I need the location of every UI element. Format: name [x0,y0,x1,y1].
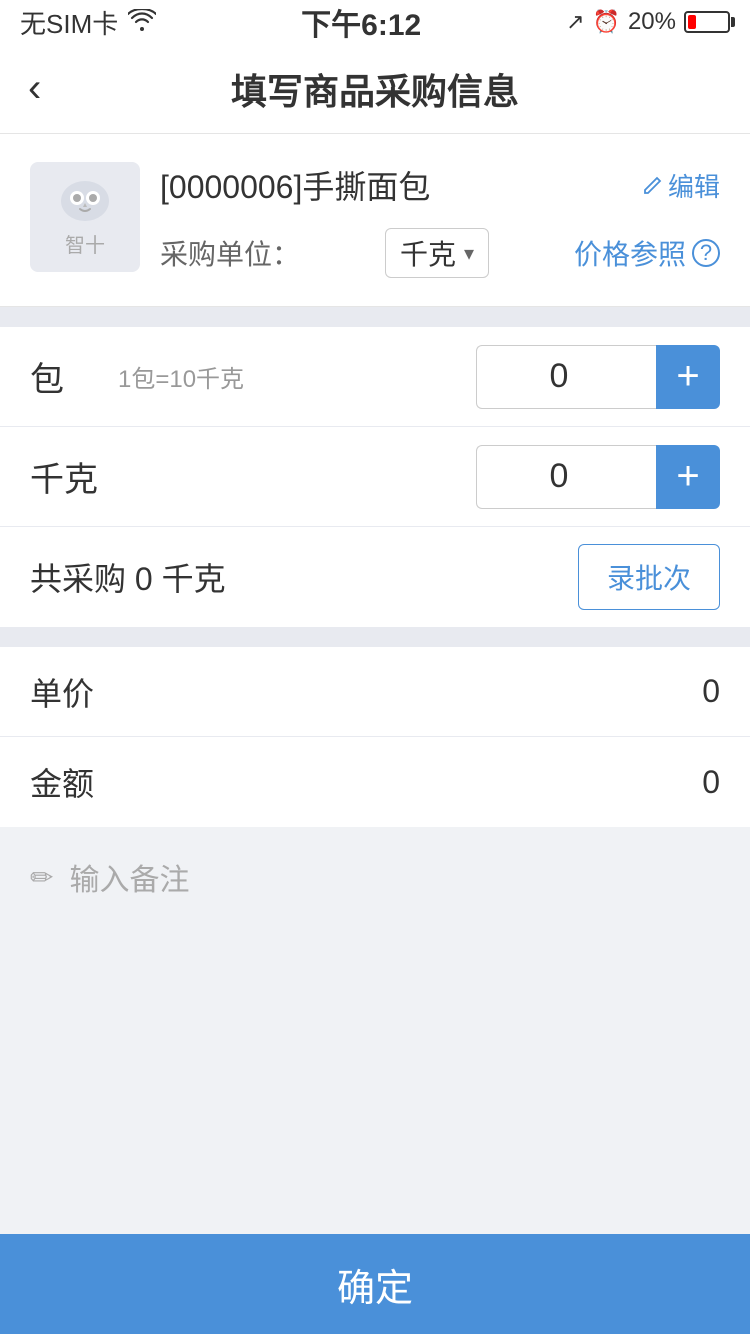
product-thumbnail: 智十 [30,162,140,272]
status-bar: 无SIM卡 下午6:12 ↗ ⏰ 20% [0,0,750,44]
battery-icon [684,11,730,33]
amount-row: 金额 0 [0,737,750,827]
edit-button[interactable]: 编辑 [642,167,720,204]
batch-button[interactable]: 录批次 [578,544,720,610]
nav-bar: ‹ 填写商品采购信息 [0,44,750,134]
amount-value: 0 [702,764,720,801]
unit-selector-text: 千克 [400,233,456,273]
total-value: 0 [135,561,153,597]
quantity-input-wrap-kg: + [476,445,720,509]
product-thumb-label: 智十 [65,229,105,258]
quantity-input-bao[interactable] [476,345,656,409]
back-button[interactable]: ‹ [28,66,41,111]
quantity-row-bao: 包 1包=10千克 + [0,327,750,427]
confirm-button[interactable]: 确定 [0,1234,750,1334]
total-row: 共采购 0 千克 录批次 [0,527,750,627]
help-icon: ? [692,239,720,267]
price-amount-section: 单价 0 金额 0 [0,647,750,827]
section-divider-1 [0,307,750,327]
quantity-section: 包 1包=10千克 + 千克 + [0,327,750,527]
product-card: 智十 [0000006]手撕面包 编辑 采购单位： 千克 ▾ 价格参照 ? [0,134,750,307]
purchase-unit-label: 采购单位： [160,233,300,273]
quantity-input-kg[interactable] [476,445,656,509]
quantity-plus-kg[interactable]: + [656,445,720,509]
battery-percent: 20% [628,8,676,36]
price-ref-button[interactable]: 价格参照 ? [574,233,720,273]
wifi-icon [128,7,156,38]
amount-label: 金额 [30,759,94,805]
unit-selector[interactable]: 千克 ▾ [385,228,489,278]
notes-placeholder: 输入备注 [69,855,189,899]
purchase-unit-row: 采购单位： 千克 ▾ 价格参照 ? [160,228,720,278]
total-text: 共采购 0 千克 [30,554,226,600]
notes-section[interactable]: ✏ 输入备注 [0,827,750,927]
price-value: 0 [702,673,720,710]
chevron-down-icon: ▾ [464,241,474,266]
quantity-row-kg: 千克 + [0,427,750,527]
quantity-label-bao: 包 [30,352,110,401]
status-left: 无SIM卡 [20,4,156,41]
quantity-label-kg: 千克 [30,452,110,501]
sim-signal: 无SIM卡 [20,4,118,41]
quantity-sublabel-bao: 1包=10千克 [118,359,476,394]
status-right: ↗ ⏰ 20% [566,8,730,36]
content-area [0,927,750,1267]
pencil-icon: ✏ [30,861,53,894]
quantity-plus-bao[interactable]: + [656,345,720,409]
price-row: 单价 0 [0,647,750,737]
price-label: 单价 [30,669,94,715]
section-divider-2 [0,627,750,647]
alarm-icon: ⏰ [593,9,620,35]
location-icon: ↗ [566,9,584,35]
page-title: 填写商品采购信息 [231,63,519,115]
quantity-input-wrap-bao: + [476,345,720,409]
product-info: [0000006]手撕面包 编辑 采购单位： 千克 ▾ 价格参照 ? [160,162,720,278]
product-name: [0000006]手撕面包 [160,162,430,208]
product-name-row: [0000006]手撕面包 编辑 [160,162,720,208]
status-time: 下午6:12 [301,0,421,44]
